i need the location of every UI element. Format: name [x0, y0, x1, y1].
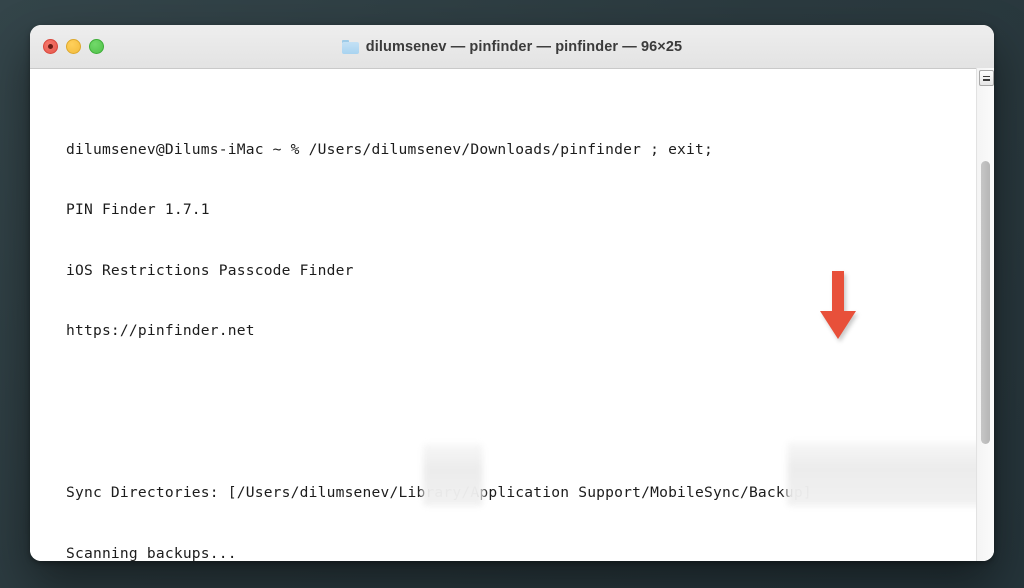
red-down-arrow-icon	[820, 271, 856, 339]
terminal-line-app-version: PIN Finder 1.7.1	[66, 201, 210, 219]
window-title-group: dilumsenev — pinfinder — pinfinder — 96×…	[30, 39, 994, 55]
close-window-button[interactable]	[43, 39, 58, 54]
desktop-background: dilumsenev — pinfinder — pinfinder — 96×…	[0, 0, 1024, 588]
redacted-ios-version-block	[423, 444, 483, 506]
traffic-light-buttons	[43, 25, 104, 68]
folder-icon	[341, 39, 359, 54]
terminal-line-app-url: https://pinfinder.net	[66, 322, 255, 340]
terminal-line-prompt: dilumsenev@Dilums-iMac ~ % /Users/dilums…	[66, 140, 714, 158]
maximize-window-button[interactable]	[89, 39, 104, 54]
terminal-line-app-description: iOS Restrictions Passcode Finder	[66, 261, 354, 279]
scroll-up-button[interactable]	[979, 70, 994, 86]
vertical-scrollbar[interactable]	[976, 68, 994, 561]
window-title: dilumsenev — pinfinder — pinfinder — 96×…	[365, 38, 683, 55]
redacted-passcode-block	[787, 442, 992, 506]
window-titlebar[interactable]: dilumsenev — pinfinder — pinfinder — 96×…	[30, 25, 994, 69]
minimize-window-button[interactable]	[66, 39, 81, 54]
terminal-line-scanning: Scanning backups...	[66, 544, 237, 561]
scroll-thumb[interactable]	[981, 161, 990, 444]
